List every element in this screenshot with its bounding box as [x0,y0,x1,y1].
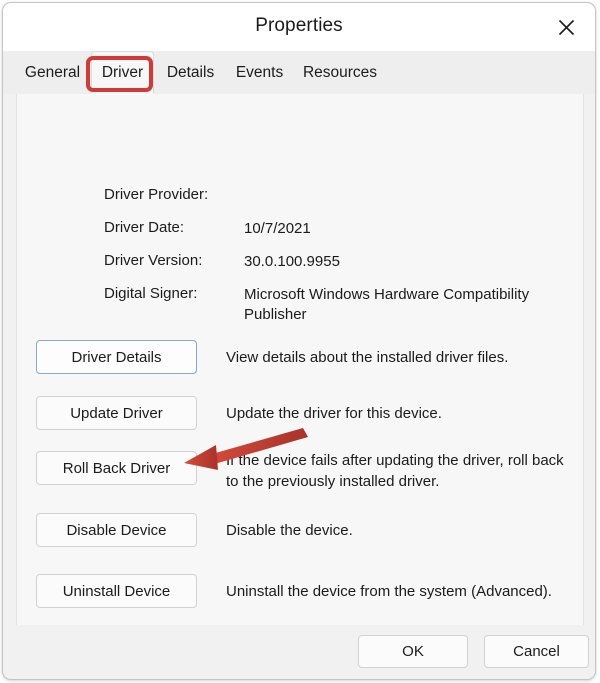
tab-driver[interactable]: Driver [91,51,154,94]
tab-general[interactable]: General [16,51,89,94]
title-bar: Properties [3,3,595,51]
info-label: Digital Signer: [104,285,198,302]
update-driver-button[interactable]: Update Driver [36,396,197,430]
uninstall-device-description: Uninstall the device from the system (Ad… [226,583,552,600]
driver-tab-panel: Driver Provider: Driver Date: 10/7/2021 … [16,94,584,627]
tab-details[interactable]: Details [156,51,225,94]
close-icon[interactable] [545,9,587,45]
dialog-footer: OK Cancel [3,625,595,679]
cancel-button[interactable]: Cancel [484,635,589,668]
disable-device-description: Disable the device. [226,522,353,539]
roll-back-driver-description: If the device fails after updating the d… [226,452,564,490]
info-label: Driver Provider: [104,186,209,203]
info-value: Microsoft Windows Hardware Compatibility… [244,286,530,323]
driver-details-button[interactable]: Driver Details [36,340,197,374]
tab-resources[interactable]: Resources [294,51,386,94]
properties-dialog: Properties General Driver Details Events… [2,2,596,680]
uninstall-device-button[interactable]: Uninstall Device [36,574,197,608]
update-driver-description: Update the driver for this device. [226,405,442,422]
page-title: Properties [255,15,343,36]
roll-back-driver-button[interactable]: Roll Back Driver [36,451,197,485]
disable-device-button[interactable]: Disable Device [36,513,197,547]
info-value: 30.0.100.9955 [244,253,340,270]
tab-events[interactable]: Events [227,51,292,94]
driver-details-description: View details about the installed driver … [226,349,509,366]
info-label: Driver Version: [104,252,203,269]
info-label: Driver Date: [104,219,185,236]
info-value: 10/7/2021 [244,220,311,237]
tab-strip: General Driver Details Events Resources [3,51,595,94]
ok-button[interactable]: OK [358,635,468,668]
